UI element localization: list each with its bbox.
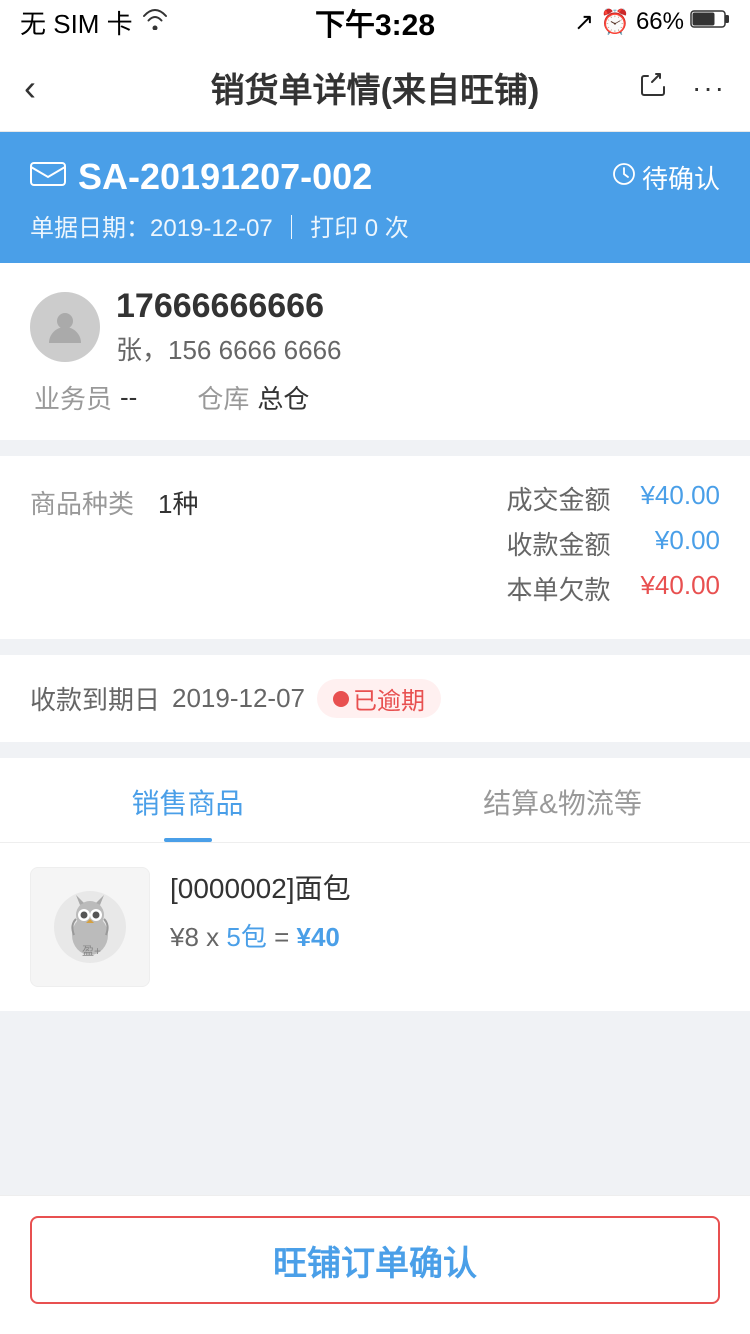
- owed-value: ¥40.00: [640, 570, 720, 607]
- status-right: ↗ ⏰ 66%: [574, 8, 730, 37]
- share-icon[interactable]: [638, 69, 668, 107]
- product-qty: 5包: [226, 922, 266, 952]
- wifi-icon: [141, 8, 169, 36]
- sales-meta: 业务员 --: [34, 379, 137, 416]
- product-total: ¥40: [296, 922, 339, 952]
- print-count: 打印 0 次: [310, 215, 409, 242]
- back-button[interactable]: ‹: [24, 67, 36, 109]
- tabs-section: 销售商品 结算&物流等: [0, 758, 750, 1011]
- bottom-spacer: [0, 1011, 750, 1211]
- tabs-header: 销售商品 结算&物流等: [0, 758, 750, 843]
- due-date-value: 2019-12-07: [172, 683, 305, 714]
- tab-sales-product[interactable]: 销售商品: [0, 758, 375, 842]
- clock-icon: [612, 162, 636, 193]
- equals-sign: =: [267, 922, 297, 952]
- product-name: [0000002]面包: [170, 867, 720, 907]
- order-status: 待确认: [612, 159, 720, 196]
- warehouse-value: 总仓: [257, 379, 309, 416]
- customer-name: 张，156 6666 6666: [116, 330, 342, 367]
- received-label: 收款金额: [506, 525, 610, 562]
- status-text: 待确认: [642, 159, 720, 196]
- amount-value: ¥40.00: [640, 480, 720, 517]
- svg-text:盈+: 盈+: [82, 944, 101, 958]
- product-type-label: 商品种类: [30, 484, 134, 521]
- summary-section: 商品种类 1种 成交金额 ¥40.00 收款金额 ¥0.00 本单欠款 ¥40.…: [0, 456, 750, 639]
- due-date-section: 收款到期日 2019-12-07 已逾期: [0, 655, 750, 742]
- status-bar: 无 SIM 卡 下午3:28 ↗ ⏰ 66%: [0, 0, 750, 44]
- more-icon[interactable]: ···: [692, 72, 726, 104]
- order-id: SA-20191207-002: [78, 156, 372, 198]
- overdue-text: 已逾期: [353, 681, 425, 716]
- alarm-icon: ⏰: [600, 8, 630, 37]
- carrier-text: 无 SIM 卡: [20, 4, 133, 41]
- owed-label: 本单欠款: [506, 570, 610, 607]
- avatar: [30, 292, 100, 362]
- product-type-value: 1种: [158, 484, 198, 521]
- order-banner: SA-20191207-002 待确认 单据日期：2019-12-07 ｜ 打印…: [0, 132, 750, 263]
- status-carrier: 无 SIM 卡: [20, 4, 169, 41]
- price-prefix: ¥8 x: [170, 922, 226, 952]
- product-thumbnail: 盈+: [30, 867, 150, 987]
- nav-title: 销货单详情(来自旺铺): [211, 63, 540, 112]
- customer-section: 17666666666 张，156 6666 6666 业务员 -- 仓库 总仓: [0, 263, 750, 440]
- product-price-row: ¥8 x 5包 = ¥40: [170, 917, 720, 954]
- nav-right-actions: ···: [638, 69, 726, 107]
- warehouse-label: 仓库: [197, 379, 249, 416]
- bottom-bar: 旺铺订单确认: [0, 1195, 750, 1334]
- sales-value: --: [120, 382, 137, 413]
- received-value: ¥0.00: [655, 525, 720, 562]
- tab-settlement-logistics[interactable]: 结算&物流等: [375, 758, 750, 842]
- customer-phone: 17666666666: [116, 287, 342, 326]
- warehouse-meta: 仓库 总仓: [197, 379, 309, 416]
- confirm-order-button[interactable]: 旺铺订单确认: [30, 1216, 720, 1304]
- sales-label: 业务员: [34, 379, 112, 416]
- status-time: 下午3:28: [315, 0, 435, 44]
- overdue-badge: 已逾期: [317, 679, 441, 718]
- banner-date-info: 单据日期：2019-12-07 ｜ 打印 0 次: [30, 208, 720, 243]
- product-info: [0000002]面包 ¥8 x 5包 = ¥40: [170, 867, 720, 954]
- amount-summary: 成交金额 ¥40.00 收款金额 ¥0.00 本单欠款 ¥40.00: [506, 480, 720, 615]
- amount-label: 成交金额: [506, 480, 610, 517]
- battery-icon: [690, 8, 730, 36]
- due-date-label: 收款到期日: [30, 680, 160, 717]
- location-icon: ↗: [574, 8, 594, 37]
- order-type-icon: [30, 159, 66, 195]
- nav-bar: ‹ 销货单详情(来自旺铺) ···: [0, 44, 750, 132]
- overdue-icon: [333, 691, 349, 707]
- order-date: 单据日期：2019-12-07: [30, 215, 273, 242]
- battery-text: 66%: [636, 8, 684, 36]
- product-item: 盈+ [0000002]面包 ¥8 x 5包 = ¥40: [0, 843, 750, 1011]
